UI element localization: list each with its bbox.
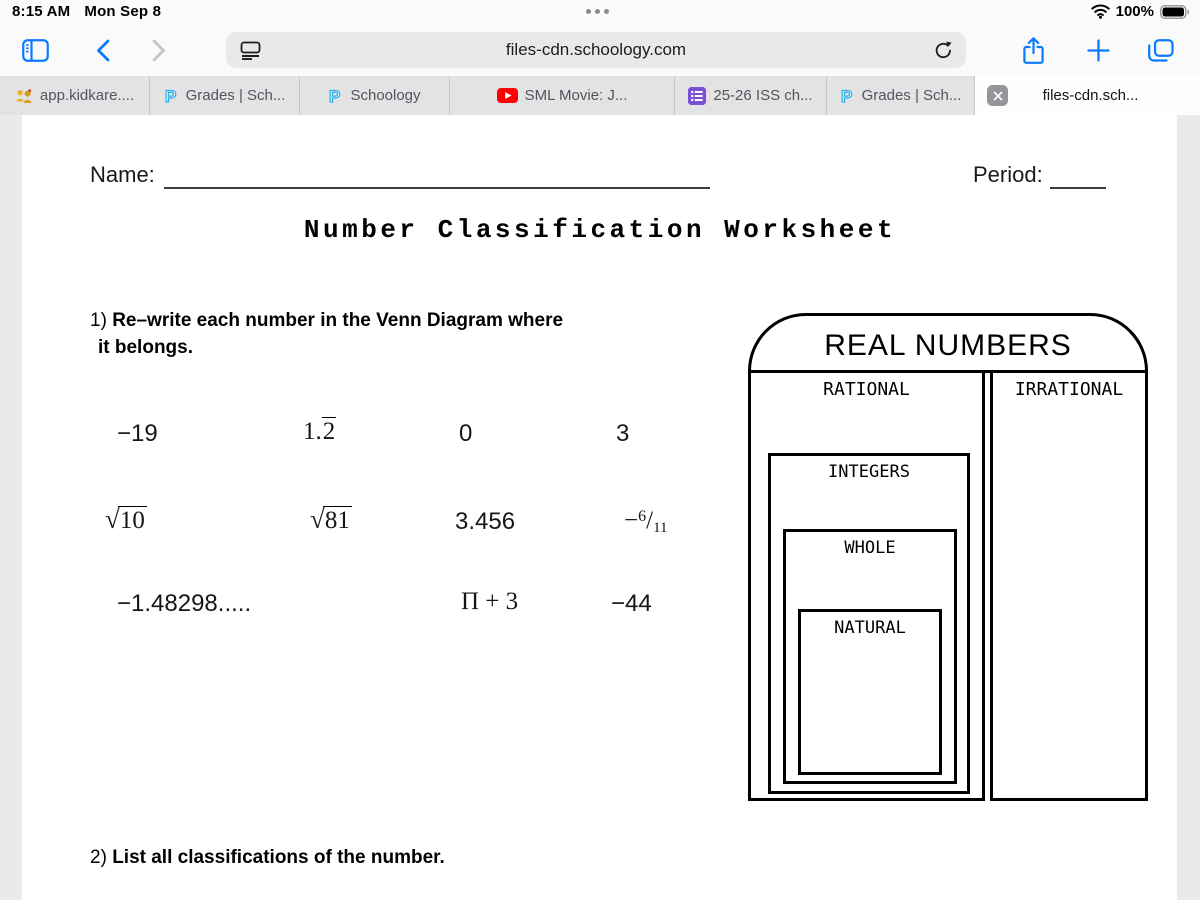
irrational-label: IRRATIONAL [1014,379,1124,400]
irrational-box: IRRATIONAL [990,373,1148,801]
pdf-viewer[interactable]: Name: Period: Number Classification Work… [0,115,1200,900]
kidkare-icon [15,88,33,104]
status-indicators: 100% [1090,3,1190,20]
address-bar[interactable]: files-cdn.schoology.com [226,32,966,68]
venn-diagram: REAL NUMBERS RATIONAL IRRATIONAL INTEGER… [748,313,1148,803]
url-text: files-cdn.schoology.com [505,40,687,59]
tab-grades-1[interactable]: P Grades | Sch... [150,76,300,115]
name-blank-line [164,162,710,189]
battery-percent: 100% [1115,3,1154,20]
question-2: 2) List all classifications of the numbe… [90,844,790,871]
share-icon[interactable] [1019,24,1047,76]
number-neg-6-11: −6/11 [624,507,668,536]
number-sqrt-10: √10 [105,504,147,534]
status-time: 8:15 AM [12,3,71,20]
safari-toolbar: files-cdn.schoology.com [0,24,1200,76]
tab-sml-movie[interactable]: SML Movie: J... [450,76,675,115]
natural-box: NATURAL [798,609,942,775]
question-1-number: 1) [90,310,107,331]
forward-icon[interactable] [146,24,172,76]
real-numbers-label: REAL NUMBERS [824,329,1072,362]
reload-icon[interactable] [933,40,954,61]
reader-icon[interactable] [240,41,261,60]
question-1: 1) Re–write each number in the Venn Diag… [90,307,710,361]
number-neg19: −19 [117,420,158,447]
number-neg-1-48298: −1.48298..... [117,590,252,617]
back-icon[interactable] [90,24,116,76]
powerschool-icon: P [164,87,179,105]
question-2-number: 2) [90,847,107,868]
powerschool-icon: P [328,87,343,105]
status-date: Mon Sep 8 [84,3,162,20]
name-label: Name: [90,162,155,187]
svg-text:P: P [165,87,176,105]
youtube-icon [496,88,518,103]
tab-label: 25-26 ISS ch... [713,87,813,104]
question-1-text-line2: it belongs. [98,337,193,358]
tab-label: app.kidkare.... [39,87,135,104]
tab-schoology[interactable]: P Schoology [300,76,450,115]
wifi-icon [1090,4,1110,19]
svg-text:P: P [841,87,852,105]
svg-text:P: P [329,87,340,105]
new-tab-icon[interactable] [1085,24,1111,76]
natural-label: NATURAL [834,618,906,638]
clock: 8:15 AM Mon Sep 8 [12,3,161,20]
number-zero: 0 [459,420,473,447]
worksheet-title: Number Classification Worksheet [303,215,897,245]
question-2-text: List all classifications of the number. [112,847,445,868]
number-pi-plus-3: Π + 3 [461,588,519,615]
tab-label: files-cdn.sch... [1042,87,1139,104]
multitasking-dots-icon [586,9,609,14]
whole-label: WHOLE [844,538,896,558]
list-icon [688,86,707,105]
number-3-456: 3.456 [455,508,516,535]
close-icon[interactable] [987,85,1008,106]
tab-label: SML Movie: J... [524,87,628,104]
battery-icon [1160,4,1190,19]
ipad-safari-screen: 8:15 AM Mon Sep 8 100% files-cdn.schoolo… [0,0,1200,900]
status-bar: 8:15 AM Mon Sep 8 100% [0,0,1200,24]
question-1-text-line1: Re–write each number in the Venn Diagram… [112,310,564,331]
tab-label: Schoology [350,87,421,104]
tab-kidkare[interactable]: app.kidkare.... [0,76,150,115]
number-three: 3 [616,420,630,447]
tabs-overview-icon[interactable] [1146,24,1176,76]
period-blank-line [1050,162,1106,189]
real-numbers-region: REAL NUMBERS [748,313,1148,373]
rational-label: RATIONAL [823,379,910,400]
number-sqrt-81: √81 [310,504,352,534]
integers-label: INTEGERS [828,462,910,482]
sidebar-panel-icon[interactable] [18,24,52,76]
number-neg44: −44 [611,590,652,617]
period-label: Period: [973,162,1043,187]
tab-label: Grades | Sch... [861,87,962,104]
tab-iss-checklist[interactable]: 25-26 ISS ch... [675,76,827,115]
tab-grades-2[interactable]: P Grades | Sch... [827,76,975,115]
number-repeating-1-2: 1.2 [303,417,337,445]
tab-label: Grades | Sch... [185,87,286,104]
tab-bar: app.kidkare.... P Grades | Sch... P Scho… [0,76,1200,115]
powerschool-icon: P [840,87,855,105]
tab-files-cdn-active[interactable]: files-cdn.sch... [975,76,1200,115]
